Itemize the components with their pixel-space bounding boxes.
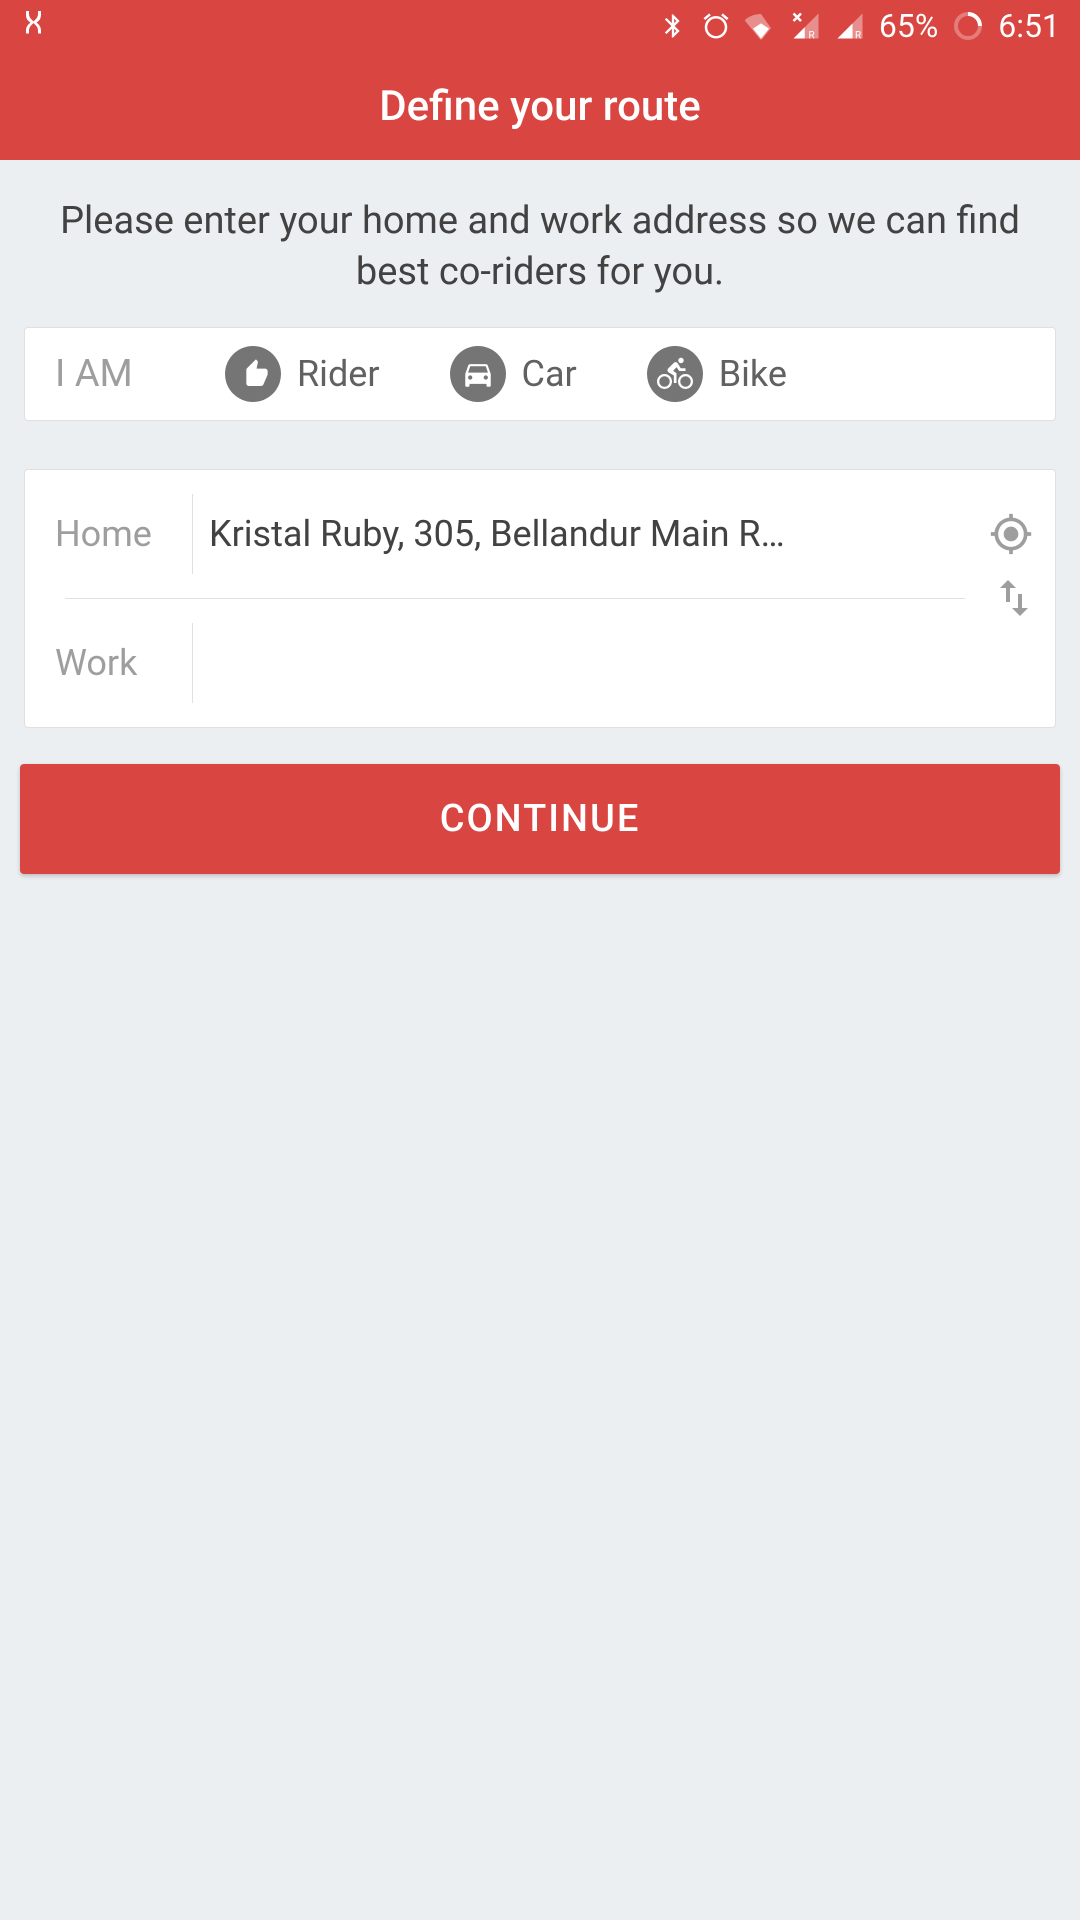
battery-text: 65% xyxy=(879,7,938,45)
bike-icon xyxy=(647,346,703,402)
dna-app-icon xyxy=(20,8,56,44)
thumbs-up-icon xyxy=(225,346,281,402)
continue-button[interactable]: CONTINUE xyxy=(20,764,1060,874)
home-label: Home xyxy=(25,494,193,574)
status-bar: R R 65% 6:51 xyxy=(0,0,1080,52)
work-address-input[interactable] xyxy=(193,642,987,684)
bluetooth-icon xyxy=(659,12,687,40)
home-address-row: Home xyxy=(25,470,1055,598)
status-left xyxy=(20,8,56,44)
wifi-icon xyxy=(745,10,777,42)
work-address-row: Work xyxy=(25,599,1055,727)
car-icon xyxy=(450,346,506,402)
mode-selector-card: I AM Rider Car xyxy=(24,327,1056,421)
alarm-icon xyxy=(701,11,731,41)
loading-icon xyxy=(952,10,984,42)
mode-option-car[interactable]: Car xyxy=(450,346,577,402)
home-address-input[interactable] xyxy=(193,513,987,555)
mode-label: I AM xyxy=(55,352,155,396)
app-header: Define your route xyxy=(0,52,1080,160)
mode-bike-label: Bike xyxy=(719,353,787,395)
mode-option-rider[interactable]: Rider xyxy=(225,346,380,402)
mode-options: Rider Car Bike xyxy=(225,346,787,402)
status-right: R R 65% 6:51 xyxy=(659,7,1060,45)
work-label: Work xyxy=(25,623,193,703)
mode-option-bike[interactable]: Bike xyxy=(647,346,787,402)
instruction-text: Please enter your home and work address … xyxy=(0,160,1080,327)
signal-2-icon: R xyxy=(835,11,865,41)
svg-text:R: R xyxy=(855,31,861,42)
mode-rider-label: Rider xyxy=(297,353,380,395)
mode-car-label: Car xyxy=(522,353,577,395)
main-content: Please enter your home and work address … xyxy=(0,160,1080,874)
page-title: Define your route xyxy=(379,82,701,131)
svg-text:R: R xyxy=(808,31,814,42)
my-location-icon[interactable] xyxy=(987,510,1035,558)
address-card: Home Work xyxy=(24,469,1056,728)
signal-1-icon: R xyxy=(791,11,821,41)
time-text: 6:51 xyxy=(998,7,1060,45)
